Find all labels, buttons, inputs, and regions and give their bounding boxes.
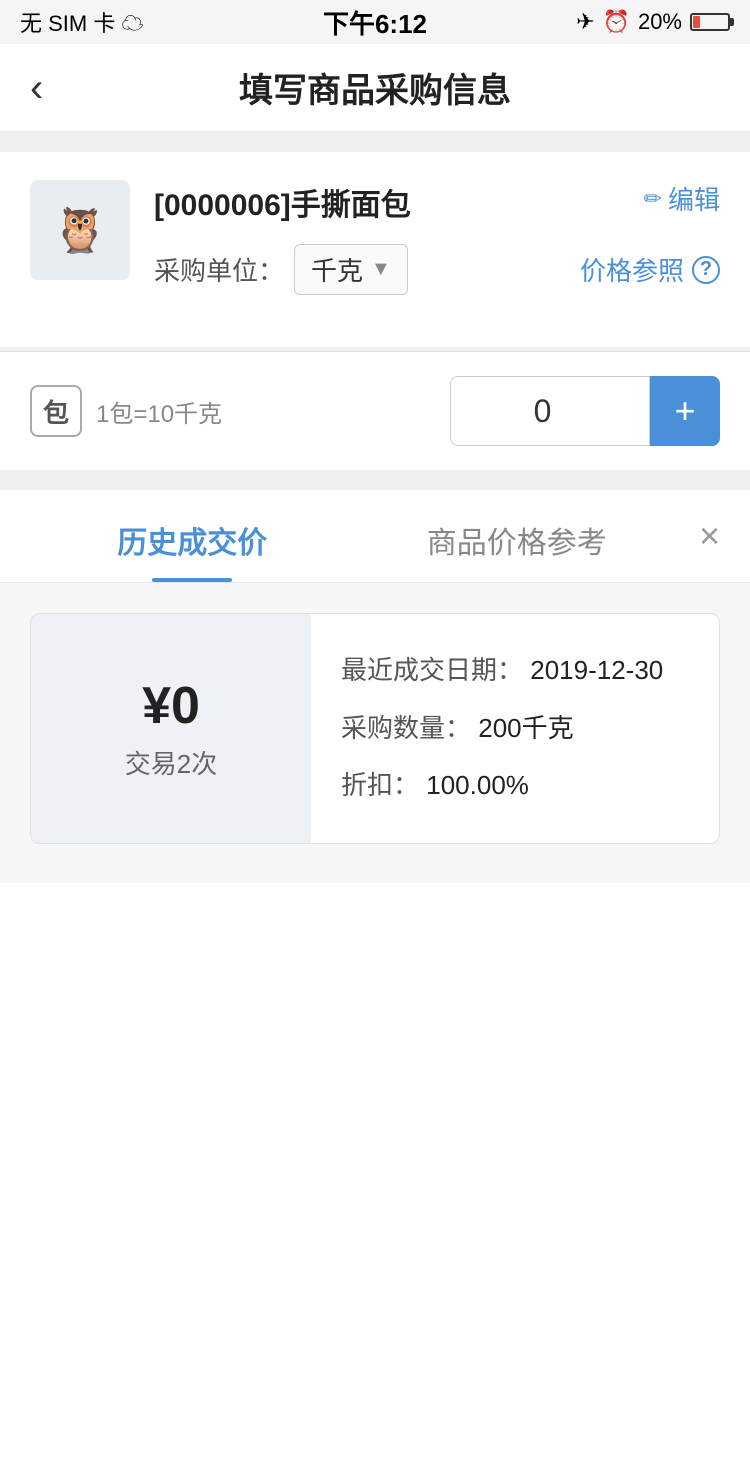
tab-product-price-ref[interactable]: 商品价格参考: [354, 490, 678, 582]
price-reference-button[interactable]: 价格参照 ?: [580, 251, 720, 288]
product-name-row: [0000006]手撕面包 ✏ 编辑: [154, 180, 720, 224]
help-icon: ?: [692, 256, 720, 284]
recent-date-label: 最近成交日期：: [341, 655, 523, 685]
edit-button[interactable]: ✏ 编辑: [644, 180, 720, 217]
status-time: 下午6:12: [323, 4, 427, 41]
product-image: 🦉: [53, 204, 108, 256]
unit-conversion: 1包=10千克: [96, 394, 222, 429]
nav-bar: ‹ 填写商品采购信息: [0, 44, 750, 132]
page-title: 填写商品采购信息: [239, 63, 511, 112]
tab-history-price[interactable]: 历史成交价: [30, 490, 354, 582]
quantity-input[interactable]: [450, 376, 650, 446]
price-trades: 交易2次: [125, 744, 217, 781]
discount-row: 折扣： 100.00%: [341, 765, 689, 807]
unit-badge: 包: [30, 385, 82, 437]
quantity-unit-info: 包 1包=10千克: [30, 385, 222, 437]
status-right: ✈ ⏰ 20%: [576, 9, 730, 35]
price-value: 0: [171, 677, 200, 735]
purchase-quantity-row: 采购数量： 200千克: [341, 708, 689, 750]
edit-icon: ✏: [644, 186, 662, 212]
dropdown-arrow-icon: ▼: [371, 258, 391, 281]
unit-label: 采购单位： 千克 ▼: [154, 244, 408, 295]
edit-label: 编辑: [668, 180, 720, 217]
product-info: [0000006]手撕面包 ✏ 编辑 采购单位： 千克 ▼ 价格参照 ?: [154, 180, 720, 295]
currency-symbol: ¥: [142, 677, 171, 735]
status-bar: 无 SIM 卡 ☁ 下午6:12 ✈ ⏰ 20%: [0, 0, 750, 44]
tab-content: ¥0 交易2次 最近成交日期： 2019-12-30 采购数量： 200千克 折…: [0, 583, 750, 883]
price-amount: ¥0: [142, 676, 200, 736]
tab-close-button[interactable]: ×: [679, 495, 720, 577]
discount-label: 折扣：: [341, 770, 419, 800]
purchase-quantity-label: 采购数量：: [341, 713, 471, 743]
location-icon: ✈: [576, 9, 594, 35]
quantity-plus-button[interactable]: +: [650, 376, 720, 446]
sim-label: 无 SIM 卡 ☁: [20, 6, 143, 38]
price-card-right: 最近成交日期： 2019-12-30 采购数量： 200千克 折扣： 100.0…: [311, 614, 719, 843]
price-ref-label: 价格参照: [580, 251, 684, 288]
back-button[interactable]: ‹: [30, 68, 43, 108]
recent-date-value: 2019-12-30: [530, 655, 663, 685]
product-card: 🦉 [0000006]手撕面包 ✏ 编辑 采购单位： 千克 ▼: [0, 152, 750, 347]
product-unit-row: 采购单位： 千克 ▼ 价格参照 ?: [154, 244, 720, 295]
unit-select-dropdown[interactable]: 千克 ▼: [294, 244, 408, 295]
purchase-quantity-value: 200千克: [478, 713, 573, 743]
battery-percent: 20%: [638, 9, 682, 35]
bottom-area: [0, 883, 750, 1483]
recent-date-row: 最近成交日期： 2019-12-30: [341, 650, 689, 692]
quantity-row: 包 1包=10千克 +: [0, 351, 750, 470]
status-left: 无 SIM 卡 ☁: [20, 6, 143, 38]
battery-icon: [690, 13, 730, 31]
product-thumbnail: 🦉: [30, 180, 130, 280]
price-card-left: ¥0 交易2次: [31, 614, 311, 843]
tabs-panel: 历史成交价 商品价格参考 × ¥0 交易2次 最近成交日期： 2019-12-3…: [0, 490, 750, 883]
price-card: ¥0 交易2次 最近成交日期： 2019-12-30 采购数量： 200千克 折…: [30, 613, 720, 844]
product-name: [0000006]手撕面包: [154, 180, 644, 224]
alarm-icon: ⏰: [603, 9, 630, 35]
unit-label-text: 采购单位：: [154, 251, 284, 288]
discount-value: 100.00%: [426, 770, 529, 800]
quantity-input-group: +: [450, 376, 720, 446]
product-header: 🦉 [0000006]手撕面包 ✏ 编辑 采购单位： 千克 ▼: [30, 180, 720, 295]
tabs-header: 历史成交价 商品价格参考 ×: [0, 490, 750, 583]
unit-value: 千克: [311, 251, 363, 288]
